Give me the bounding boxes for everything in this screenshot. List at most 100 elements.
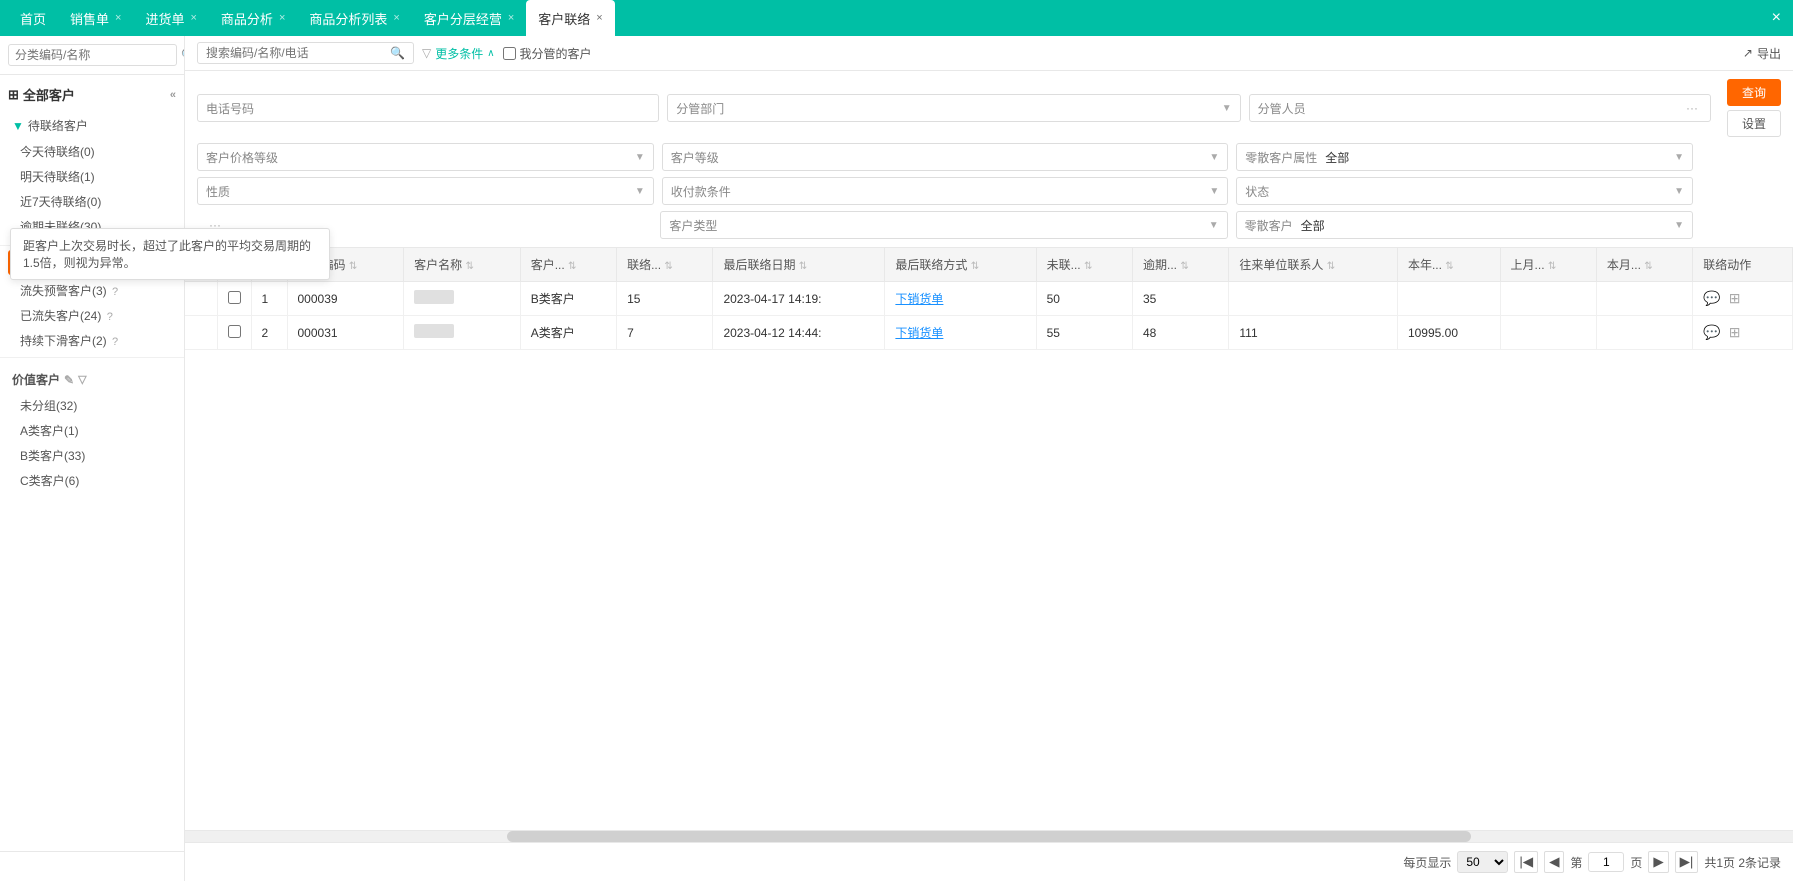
sidebar-item-ungroup[interactable]: 未分组(32) [0, 393, 184, 418]
filter-phone-label: 电话号码 [206, 100, 254, 117]
close-analysis-list-tab[interactable]: × [393, 12, 399, 24]
sidebar-item-c-class[interactable]: C类客户(6) [0, 468, 184, 493]
sidebar-item-tomorrow[interactable]: 明天待联络(1) [0, 164, 184, 189]
sidebar-item-today[interactable]: 今天待联络(0) [0, 139, 184, 164]
filter-status[interactable]: 状态 ▼ [1236, 177, 1693, 205]
search-input[interactable] [206, 46, 386, 60]
sort-method-icon[interactable]: ⇅ [971, 261, 979, 272]
th-this-month: 本月... ⇅ [1596, 248, 1692, 282]
td-last-method-2[interactable]: 下销货单 [885, 316, 1036, 350]
nav-analysis[interactable]: 商品分析 × [209, 0, 297, 36]
td-num-1: 1 [251, 282, 287, 316]
horizontal-scrollbar[interactable] [185, 830, 1793, 842]
sidebar-divider-2 [0, 357, 184, 358]
filter-price-level-label: 客户价格等级 [206, 149, 278, 166]
filter-price-level[interactable]: 客户价格等级 ▼ [197, 143, 654, 171]
filter-scatter-customer[interactable]: 零散客户 全部 ▼ [1236, 211, 1693, 239]
td-settings-2 [185, 316, 217, 350]
nav-purchase[interactable]: 进货单 × [133, 0, 208, 36]
filter-manager[interactable]: 分管人员 ··· [1249, 94, 1711, 122]
next-page-btn[interactable]: ▶ [1648, 851, 1668, 873]
nav-customer-tier[interactable]: 客户分层经营 × [412, 0, 526, 36]
sort-code-icon[interactable]: ⇅ [349, 261, 357, 272]
chat-icon-1[interactable]: 💬 [1703, 290, 1720, 307]
close-customer-contact-tab[interactable]: × [596, 12, 602, 24]
grid-action-icon-2[interactable]: ⊞ [1729, 324, 1741, 341]
th-this-year: 本年... ⇅ [1397, 248, 1500, 282]
settings-button[interactable]: 设置 [1727, 110, 1781, 137]
filter-row-4: ··· 客户类型 ▼ 零散客户 全部 ▼ [197, 211, 1781, 239]
th-name: 客户名称 ⇅ [404, 248, 521, 282]
close-purchase-tab[interactable]: × [190, 12, 196, 24]
filter-icon[interactable]: ▽ [78, 373, 86, 386]
sidebar-search-input[interactable] [8, 44, 177, 66]
sort-overdue-icon[interactable]: ⇅ [1180, 261, 1188, 272]
more-conditions-btn[interactable]: ▽ 更多条件 ∧ [422, 45, 495, 62]
page-input[interactable] [1588, 852, 1624, 872]
filter-payment[interactable]: 收付款条件 ▼ [662, 177, 1228, 205]
arrow-down-icon: ▼ [12, 119, 24, 133]
filter-phone[interactable]: 电话号码 [197, 94, 659, 122]
per-page-select[interactable]: 50 100 200 [1457, 851, 1508, 873]
close-all-tabs[interactable]: × [1772, 9, 1781, 27]
sidebar-value-title[interactable]: 价值客户 ✎ ▽ [0, 366, 184, 393]
nav-analysis-list[interactable]: 商品分析列表 × [297, 0, 411, 36]
filter-dept[interactable]: 分管部门 ▼ [667, 94, 1240, 122]
pagination: 每页显示 50 100 200 |◀ ◀ 第 页 ▶ ▶| 共1页 2条记录 [185, 842, 1793, 881]
sidebar-item-a-class[interactable]: A类客户(1) [0, 418, 184, 443]
close-customer-tier-tab[interactable]: × [508, 12, 514, 24]
td-name-2 [404, 316, 521, 350]
query-button[interactable]: 查询 [1727, 79, 1781, 106]
last-page-btn[interactable]: ▶| [1675, 851, 1699, 873]
sort-this-year-icon[interactable]: ⇅ [1445, 261, 1453, 272]
th-overdue: 逾期... ⇅ [1133, 248, 1229, 282]
sidebar-bottom [0, 851, 184, 881]
collapse-icon[interactable]: « [170, 89, 176, 101]
scatter-attr-dropdown-arrow: ▼ [1674, 152, 1684, 163]
sort-this-month-icon[interactable]: ⇅ [1644, 261, 1652, 272]
sort-type-icon[interactable]: ⇅ [568, 261, 576, 272]
export-btn[interactable]: ↗ 导出 [1743, 45, 1781, 62]
toolbar: 🔍 ▽ 更多条件 ∧ 我分管的客户 ↗ 导出 [185, 36, 1793, 71]
sort-date-icon[interactable]: ⇅ [799, 261, 807, 272]
grid-action-icon-1[interactable]: ⊞ [1729, 290, 1741, 307]
manager-dots[interactable]: ··· [1682, 101, 1702, 115]
prev-page-btn[interactable]: ◀ [1544, 851, 1564, 873]
sidebar-item-declining[interactable]: 持续下滑客户(2) ? [0, 328, 184, 353]
nav-customer-contact[interactable]: 客户联络 × [526, 0, 614, 36]
td-overdue-2: 48 [1133, 316, 1229, 350]
nav-sales[interactable]: 销售单 × [58, 0, 133, 36]
filter-nature[interactable]: 性质 ▼ [197, 177, 654, 205]
filter-area: 电话号码 分管部门 ▼ 分管人员 ··· 查询 设置 [185, 71, 1793, 248]
action-icons-2: 💬 ⊞ [1703, 324, 1782, 341]
sidebar-item-lost[interactable]: 已流失客户(24) ? [0, 303, 184, 328]
sidebar-all-customers[interactable]: ⊞ 全部客户 « [0, 79, 184, 110]
chat-icon-2[interactable]: 💬 [1703, 324, 1720, 341]
sort-unit-contact-icon[interactable]: ⇅ [1327, 261, 1335, 272]
sidebar-item-loss-warning[interactable]: 流失预警客户(3) ? [0, 278, 184, 303]
sidebar-item-b-class[interactable]: B类客户(33) [0, 443, 184, 468]
row1-checkbox[interactable] [228, 291, 241, 304]
my-customers-checkbox[interactable] [503, 47, 516, 60]
filter-scatter-attr[interactable]: 零散客户属性 全部 ▼ [1236, 143, 1693, 171]
nav-home[interactable]: 首页 [8, 0, 58, 36]
edit-icon[interactable]: ✎ [64, 373, 74, 387]
close-sales-tab[interactable]: × [115, 12, 121, 24]
filter-row-1: 电话号码 分管部门 ▼ 分管人员 ··· 查询 设置 [197, 79, 1781, 137]
horizontal-scroll-thumb[interactable] [507, 831, 1472, 842]
sidebar-item-7days[interactable]: 近7天待联络(0) [0, 189, 184, 214]
td-last-method-1[interactable]: 下销货单 [885, 282, 1036, 316]
filter-customer-level[interactable]: 客户等级 ▼ [662, 143, 1228, 171]
filter-customer-type[interactable]: 客户类型 ▼ [660, 211, 1227, 239]
close-analysis-tab[interactable]: × [279, 12, 285, 24]
sort-contact-icon[interactable]: ⇅ [664, 261, 672, 272]
sort-name-icon[interactable]: ⇅ [465, 261, 473, 272]
row2-checkbox[interactable] [228, 325, 241, 338]
search-icon[interactable]: 🔍 [390, 46, 405, 60]
first-page-btn[interactable]: |◀ [1514, 851, 1538, 873]
my-customers-filter[interactable]: 我分管的客户 [503, 45, 592, 62]
sidebar-group-pending-title[interactable]: ▼ 待联络客户 [0, 112, 184, 139]
filter-phone-input[interactable] [258, 101, 650, 115]
sort-uncontacted-icon[interactable]: ⇅ [1084, 261, 1092, 272]
sort-last-month-icon[interactable]: ⇅ [1548, 261, 1556, 272]
